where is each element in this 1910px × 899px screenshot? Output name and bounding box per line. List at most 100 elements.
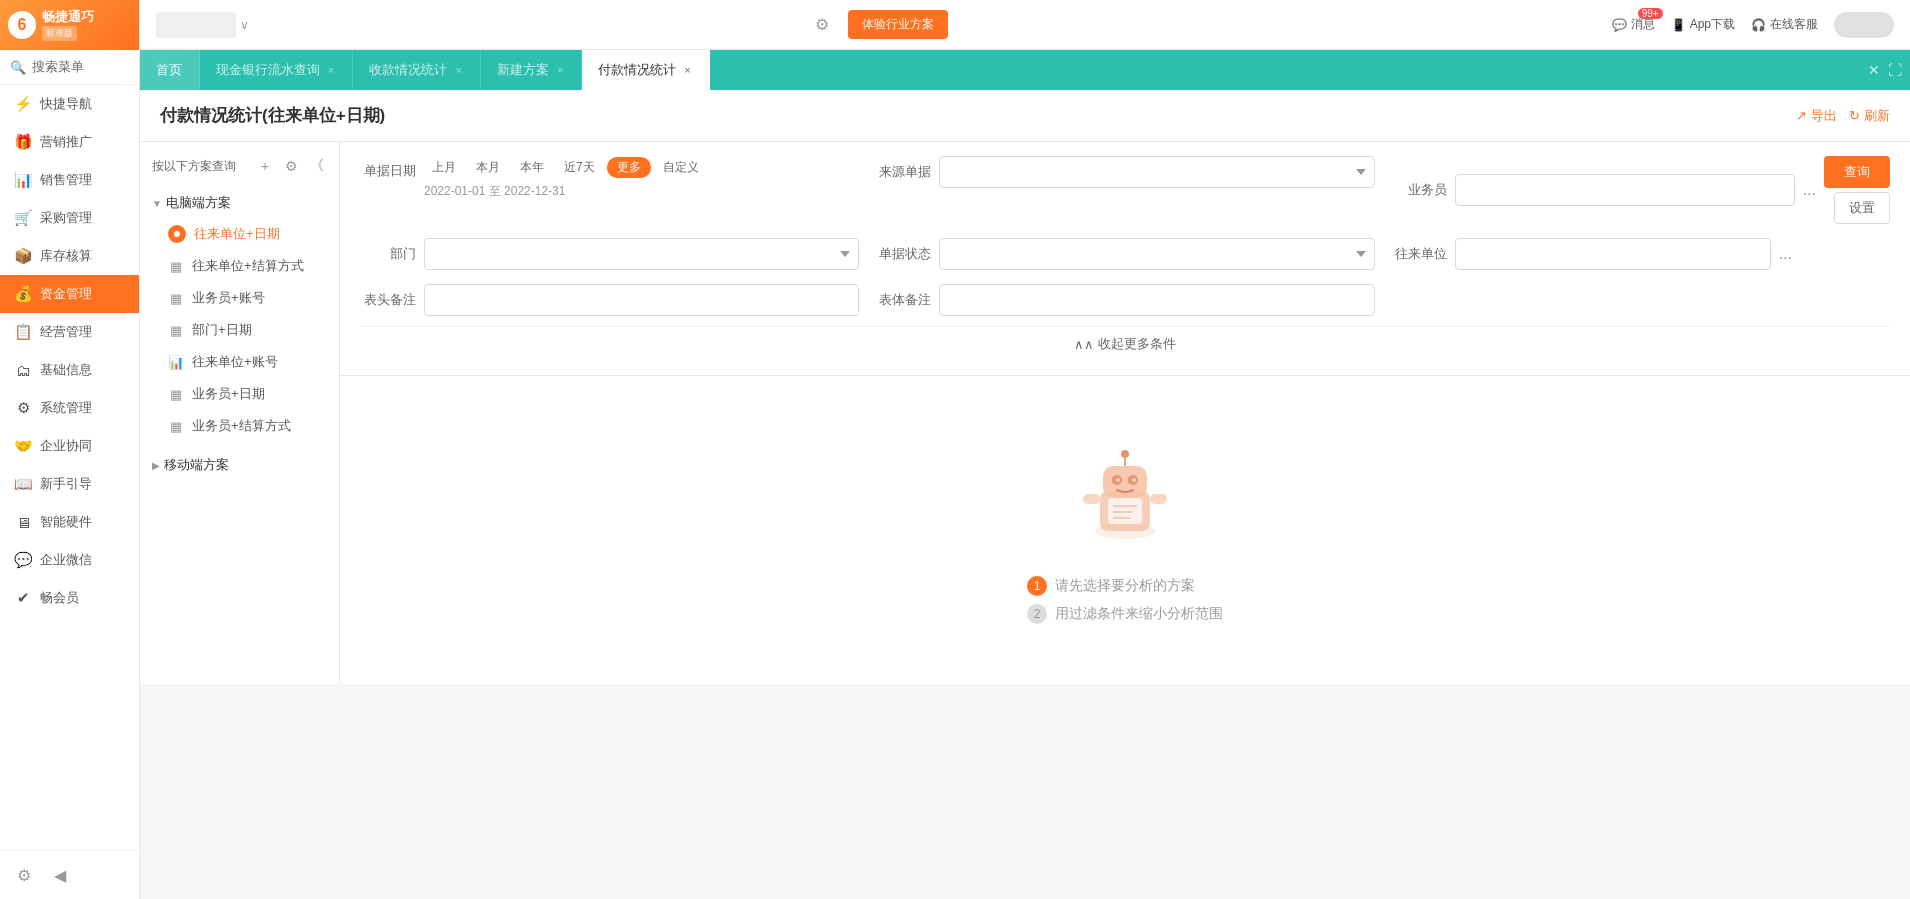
- svg-rect-10: [1150, 494, 1167, 504]
- page-header: 付款情况统计(往来单位+日期) ↗ 导出 ↻ 刷新: [140, 90, 1910, 142]
- tab-collection-stats[interactable]: 收款情况统计 ×: [353, 50, 480, 90]
- tabbar: 首页 现金银行流水查询 × 收款情况统计 × 新建方案 × 付款情况统计 × ✕…: [140, 50, 1910, 90]
- salesman-dots[interactable]: ...: [1803, 181, 1816, 199]
- sidebar-item-label: 企业微信: [40, 551, 92, 569]
- tab-new-scheme[interactable]: 新建方案 ×: [481, 50, 582, 90]
- table-body-note-label: 表体备注: [875, 291, 931, 309]
- tab-collection-label: 收款情况统计: [369, 61, 447, 79]
- sidebar-item-label: 资金管理: [40, 285, 92, 303]
- user-avatar[interactable]: [1834, 12, 1894, 38]
- tip-num-2: 2: [1027, 604, 1047, 624]
- refresh-btn[interactable]: ↻ 刷新: [1849, 107, 1890, 125]
- sidebar-item-cooperation[interactable]: 🤝 企业协同: [0, 427, 139, 465]
- export-icon: ↗: [1796, 108, 1807, 123]
- basic-info-icon: 🗂: [14, 361, 32, 379]
- scheme-item-label: 业务员+日期: [192, 385, 265, 403]
- tab-payment-stats[interactable]: 付款情况统计 ×: [582, 50, 709, 90]
- scheme-item-unit-account[interactable]: 📊 往来单位+账号: [140, 346, 339, 378]
- date-option-more[interactable]: 更多: [607, 157, 651, 178]
- date-option-7days[interactable]: 近7天: [556, 156, 603, 179]
- trial-btn[interactable]: 体验行业方案: [848, 10, 948, 39]
- svg-point-8: [1121, 450, 1129, 458]
- sidebar-item-wechat[interactable]: 💬 企业微信: [0, 541, 139, 579]
- tab-new-label: 新建方案: [497, 61, 549, 79]
- tab-home-label: 首页: [156, 61, 182, 79]
- topbar: ∨ ⚙ 体验行业方案 💬 消息 99+ 📱 App下载 🎧 在线客服: [140, 0, 1910, 50]
- scheme-item-icon: ▦: [168, 386, 184, 402]
- tab-cash-query[interactable]: 现金银行流水查询 ×: [200, 50, 353, 90]
- online-service-btn[interactable]: 🎧 在线客服: [1751, 16, 1818, 33]
- scheme-item-salesman-date[interactable]: ▦ 业务员+日期: [140, 378, 339, 410]
- sidebar-item-guide[interactable]: 📖 新手引导: [0, 465, 139, 503]
- message-btn[interactable]: 💬 消息 99+: [1612, 16, 1655, 33]
- footer-settings-btn[interactable]: ⚙: [10, 861, 38, 889]
- scheme-section-header-mobile[interactable]: ▶ 移动端方案: [140, 450, 339, 480]
- sidebar-item-member[interactable]: ✔ 畅会员: [0, 579, 139, 617]
- sidebar-item-inventory[interactable]: 📦 库存核算: [0, 237, 139, 275]
- tab-close-window[interactable]: ✕: [1868, 62, 1880, 78]
- tab-cash-close[interactable]: ×: [326, 62, 336, 78]
- scheme-content-row: 按以下方案查询 + ⚙ 《 ▼ 电脑端方案 往来单位+日期: [140, 142, 1910, 684]
- tab-payment-close[interactable]: ×: [682, 62, 692, 78]
- app-download-btn[interactable]: 📱 App下载: [1671, 16, 1735, 33]
- section-arrow-desktop: ▼: [152, 198, 162, 209]
- export-btn[interactable]: ↗ 导出: [1796, 107, 1837, 125]
- filter-row-3: 表头备注 表体备注: [360, 284, 1890, 316]
- brand-name: 畅捷通巧: [42, 9, 94, 25]
- counterpart-input[interactable]: [1455, 238, 1771, 270]
- table-head-note-label: 表头备注: [360, 291, 416, 309]
- topbar-gear-btn[interactable]: ⚙: [808, 11, 836, 39]
- member-icon: ✔: [14, 589, 32, 607]
- sidebar-item-basic-info[interactable]: 🗂 基础信息: [0, 351, 139, 389]
- settings-btn[interactable]: 设置: [1834, 192, 1890, 224]
- marketing-icon: 🎁: [14, 133, 32, 151]
- page-header-actions: ↗ 导出 ↻ 刷新: [1796, 107, 1890, 125]
- sidebar-search[interactable]: 🔍 搜索菜单: [0, 50, 139, 85]
- section-arrow-mobile: ▶: [152, 460, 160, 471]
- scheme-add-btn[interactable]: +: [255, 156, 275, 176]
- empty-tips: 1 请先选择要分析的方案 2 用过滤条件来缩小分析范围: [1027, 576, 1223, 624]
- scheme-item-salesman-settlement[interactable]: ▦ 业务员+结算方式: [140, 410, 339, 442]
- scheme-collapse-btn[interactable]: 《: [307, 156, 327, 176]
- scheme-item-salesman-account[interactable]: ▦ 业务员+账号: [140, 282, 339, 314]
- date-option-last-month[interactable]: 上月: [424, 156, 464, 179]
- sidebar-item-label: 系统管理: [40, 399, 92, 417]
- date-option-custom[interactable]: 自定义: [655, 156, 707, 179]
- salesman-input[interactable]: [1455, 174, 1795, 206]
- scheme-item-dept-date[interactable]: ▦ 部门+日期: [140, 314, 339, 346]
- sidebar-item-system[interactable]: ⚙ 系统管理: [0, 389, 139, 427]
- collapse-filter-btn[interactable]: ∧∧ 收起更多条件: [360, 326, 1890, 361]
- salesman-label: 业务员: [1391, 181, 1447, 199]
- svg-rect-2: [1103, 466, 1147, 498]
- query-btn[interactable]: 查询: [1824, 156, 1890, 188]
- scheme-settings-btn[interactable]: ⚙: [281, 156, 301, 176]
- sidebar-item-sales[interactable]: 📊 销售管理: [0, 161, 139, 199]
- date-option-this-month[interactable]: 本月: [468, 156, 508, 179]
- sidebar-item-marketing[interactable]: 🎁 营销推广: [0, 123, 139, 161]
- sidebar-item-hardware[interactable]: 🖥 智能硬件: [0, 503, 139, 541]
- tab-collection-close[interactable]: ×: [453, 62, 463, 78]
- scheme-section-header-desktop[interactable]: ▼ 电脑端方案: [140, 188, 339, 218]
- sidebar-item-purchase[interactable]: 🛒 采购管理: [0, 199, 139, 237]
- voucher-status-select[interactable]: [939, 238, 1374, 270]
- counterpart-dots[interactable]: ...: [1779, 245, 1792, 263]
- scheme-item-unit-date[interactable]: 往来单位+日期: [140, 218, 339, 250]
- tab-maximize-window[interactable]: ⛶: [1888, 62, 1902, 78]
- table-body-note-input[interactable]: [939, 284, 1374, 316]
- tab-spacer: [710, 50, 1860, 90]
- source-select[interactable]: [939, 156, 1374, 188]
- table-head-note-input[interactable]: [424, 284, 859, 316]
- scheme-item-label: 往来单位+日期: [194, 225, 280, 243]
- tab-home[interactable]: 首页: [140, 50, 200, 90]
- date-option-this-year[interactable]: 本年: [512, 156, 552, 179]
- sidebar-item-quick-nav[interactable]: ⚡ 快捷导航: [0, 85, 139, 123]
- tab-new-close[interactable]: ×: [555, 62, 565, 78]
- sidebar-item-operation[interactable]: 📋 经营管理: [0, 313, 139, 351]
- tip-text-2: 用过滤条件来缩小分析范围: [1055, 605, 1223, 623]
- footer-collapse-btn[interactable]: ◀: [46, 861, 74, 889]
- quick-nav-icon: ⚡: [14, 95, 32, 113]
- dept-select[interactable]: [424, 238, 859, 270]
- sidebar-item-finance[interactable]: 💰 资金管理: [0, 275, 139, 313]
- scheme-item-unit-settlement[interactable]: ▦ 往来单位+结算方式: [140, 250, 339, 282]
- scheme-item-label: 部门+日期: [192, 321, 252, 339]
